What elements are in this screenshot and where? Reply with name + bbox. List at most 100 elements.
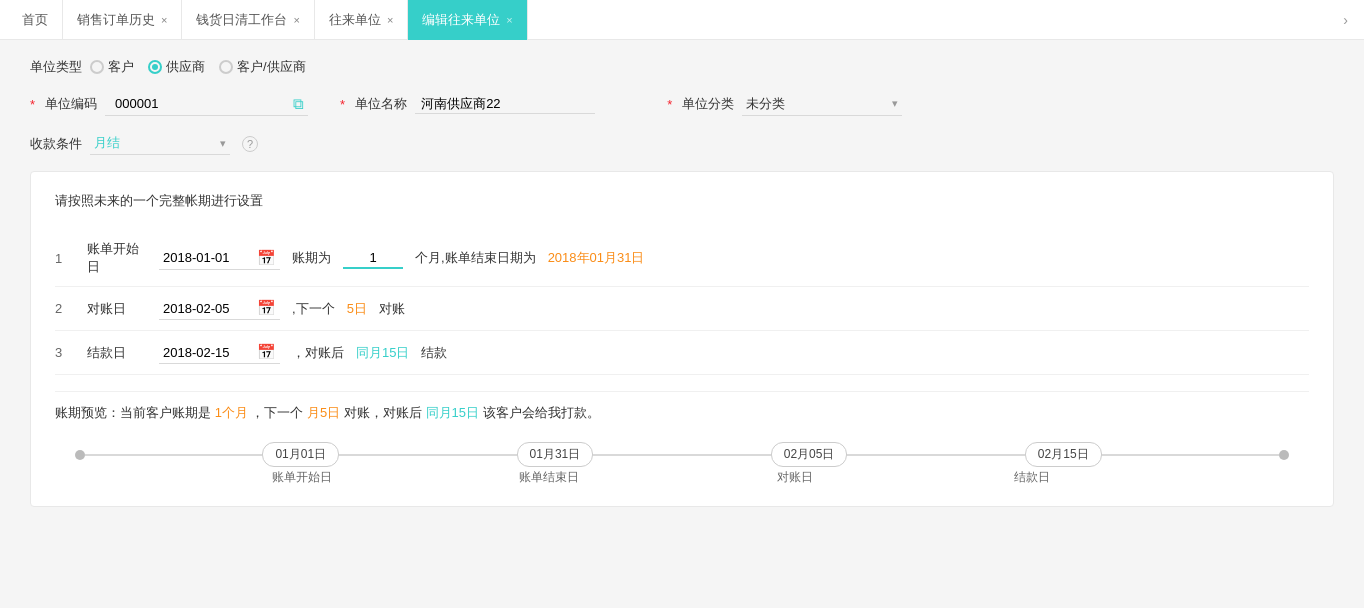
preview-2: ，下一个 xyxy=(251,405,303,420)
chevron-down-icon: ▾ xyxy=(892,97,898,110)
close-icon[interactable]: × xyxy=(293,14,299,26)
tab-edit-counterparty[interactable]: 编辑往来单位 × xyxy=(408,0,527,40)
close-icon[interactable]: × xyxy=(387,14,393,26)
payment-label: 收款条件 xyxy=(30,135,82,153)
tl-line-2 xyxy=(339,454,516,456)
row-num-1: 1 xyxy=(55,251,75,266)
radio-supplier[interactable]: 供应商 xyxy=(148,58,205,76)
preview-prefix: 账期预览：当前客户账期是 xyxy=(55,405,211,420)
tab-home[interactable]: 首页 xyxy=(8,0,63,40)
tl-label-3: 对账日 xyxy=(765,469,825,486)
row-num-2: 2 xyxy=(55,301,75,316)
calendar-icon-3[interactable]: 📅 xyxy=(257,343,276,361)
tl-end-dot xyxy=(1279,450,1289,460)
settings-row-2: 2 对账日 📅 ,下一个 5日 对账 xyxy=(55,287,1309,331)
date-field-2[interactable] xyxy=(163,301,253,316)
tl-label-1: 账单开始日 xyxy=(262,469,342,486)
required-star-code: * xyxy=(30,97,35,112)
row-num-3: 3 xyxy=(55,345,75,360)
calendar-icon-1[interactable]: 📅 xyxy=(257,249,276,267)
settings-card: 请按照未来的一个完整帐期进行设置 1 账单开始日 📅 账期为 个月,账单结束日期… xyxy=(30,171,1334,507)
row-prefix-2: ,下一个 xyxy=(292,300,335,318)
row-suffix-3: 结款 xyxy=(421,344,447,362)
month-input[interactable] xyxy=(343,248,403,269)
unit-type-label: 单位类型 xyxy=(30,58,82,76)
copy-icon[interactable]: ⧉ xyxy=(293,95,304,113)
row-highlight-3: 同月15日 xyxy=(356,344,409,362)
page-content: 单位类型 客户 供应商 客户/供应商 * 单位编码 xyxy=(0,40,1364,608)
tl-line-5 xyxy=(1102,454,1279,456)
radio-supplier-label: 供应商 xyxy=(166,58,205,76)
tl-line-3 xyxy=(593,454,770,456)
tl-start-dot xyxy=(75,450,85,460)
tab-arrow[interactable]: › xyxy=(1335,12,1356,28)
row-suffix-2: 对账 xyxy=(379,300,405,318)
preview-highlight-month: 1个月 xyxy=(215,405,248,420)
tl-badge-3: 02月05日 xyxy=(771,442,848,467)
row-highlight-2: 5日 xyxy=(347,300,367,318)
chevron-down-icon: ▾ xyxy=(220,137,226,150)
preview-highlight-payment: 同月15日 xyxy=(426,405,479,420)
tab-home-label: 首页 xyxy=(22,11,48,29)
payment-select[interactable]: 月结 ▾ xyxy=(90,132,230,155)
tab-cashier-label: 钱货日清工作台 xyxy=(196,11,287,29)
timeline-labels: 账单开始日 账单结束日 对账日 结款日 xyxy=(75,469,1289,486)
tl-badge-4: 02月15日 xyxy=(1025,442,1102,467)
unit-name-group: * 单位名称 xyxy=(340,94,595,114)
preview-section: 账期预览：当前客户账期是 1个月 ，下一个 月5日 对账，对账后 同月15日 该… xyxy=(55,391,1309,486)
date-input-3: 📅 xyxy=(159,341,280,364)
unit-class-value: 未分类 xyxy=(746,95,886,113)
unit-code-group: * 单位编码 ⧉ xyxy=(30,92,308,116)
unit-class-group: * 单位分类 未分类 ▾ xyxy=(667,93,902,116)
tab-sales-history[interactable]: 销售订单历史 × xyxy=(63,0,182,40)
date-input-1: 📅 xyxy=(159,247,280,270)
settings-row-1: 1 账单开始日 📅 账期为 个月,账单结束日期为 2018年01月31日 xyxy=(55,230,1309,287)
unit-name-label: 单位名称 xyxy=(355,95,407,113)
radio-both-label: 客户/供应商 xyxy=(237,58,306,76)
date-field-1[interactable] xyxy=(163,250,253,265)
row-after-1: 个月,账单结束日期为 xyxy=(415,249,536,267)
row-type-3: 结款日 xyxy=(87,344,147,362)
timeline: 01月01日 01月31日 02月05日 02月15日 xyxy=(75,442,1289,467)
tl-node-3: 02月05日 xyxy=(771,442,848,467)
tab-counterparty-label: 往来单位 xyxy=(329,11,381,29)
tl-label-2: 账单结束日 xyxy=(509,469,589,486)
radio-supplier-circle xyxy=(148,60,162,74)
row-highlight-1: 2018年01月31日 xyxy=(548,249,645,267)
payment-group: 收款条件 月结 ▾ ? xyxy=(30,132,258,155)
tl-node-2: 01月31日 xyxy=(517,442,594,467)
tl-badge-1: 01月01日 xyxy=(262,442,339,467)
close-icon[interactable]: × xyxy=(506,14,512,26)
row-type-1: 账单开始日 xyxy=(87,240,147,276)
unit-type-group: 单位类型 客户 供应商 客户/供应商 xyxy=(30,58,306,76)
required-star-name: * xyxy=(340,97,345,112)
calendar-icon-2[interactable]: 📅 xyxy=(257,299,276,317)
unit-class-label: 单位分类 xyxy=(682,95,734,113)
unit-code-label: 单位编码 xyxy=(45,95,97,113)
tab-edit-counterparty-label: 编辑往来单位 xyxy=(422,11,500,29)
tl-label-4: 结款日 xyxy=(1002,469,1062,486)
tab-cashier[interactable]: 钱货日清工作台 × xyxy=(182,0,314,40)
unit-name-input[interactable] xyxy=(415,94,595,114)
tab-counterparty[interactable]: 往来单位 × xyxy=(315,0,408,40)
card-title: 请按照未来的一个完整帐期进行设置 xyxy=(55,192,1309,210)
timeline-container: 01月01日 01月31日 02月05日 02月15日 xyxy=(55,442,1309,486)
close-icon[interactable]: × xyxy=(161,14,167,26)
preview-4: 该客户会给我打款。 xyxy=(483,405,600,420)
unit-type-radios: 客户 供应商 客户/供应商 xyxy=(90,58,306,76)
unit-code-input[interactable] xyxy=(109,94,289,113)
tl-badge-2: 01月31日 xyxy=(517,442,594,467)
radio-customer-circle xyxy=(90,60,104,74)
radio-both[interactable]: 客户/供应商 xyxy=(219,58,306,76)
required-star-class: * xyxy=(667,97,672,112)
row-type-2: 对账日 xyxy=(87,300,147,318)
preview-highlight-day: 月5日 xyxy=(307,405,340,420)
radio-customer[interactable]: 客户 xyxy=(90,58,134,76)
preview-text: 账期预览：当前客户账期是 1个月 ，下一个 月5日 对账，对账后 同月15日 该… xyxy=(55,404,1309,422)
tl-node-4: 02月15日 xyxy=(1025,442,1102,467)
payment-row: 收款条件 月结 ▾ ? xyxy=(30,132,1334,155)
help-icon[interactable]: ? xyxy=(242,136,258,152)
settings-row-3: 3 结款日 📅 ，对账后 同月15日 结款 xyxy=(55,331,1309,375)
date-field-3[interactable] xyxy=(163,345,253,360)
unit-class-select[interactable]: 未分类 ▾ xyxy=(742,93,902,116)
